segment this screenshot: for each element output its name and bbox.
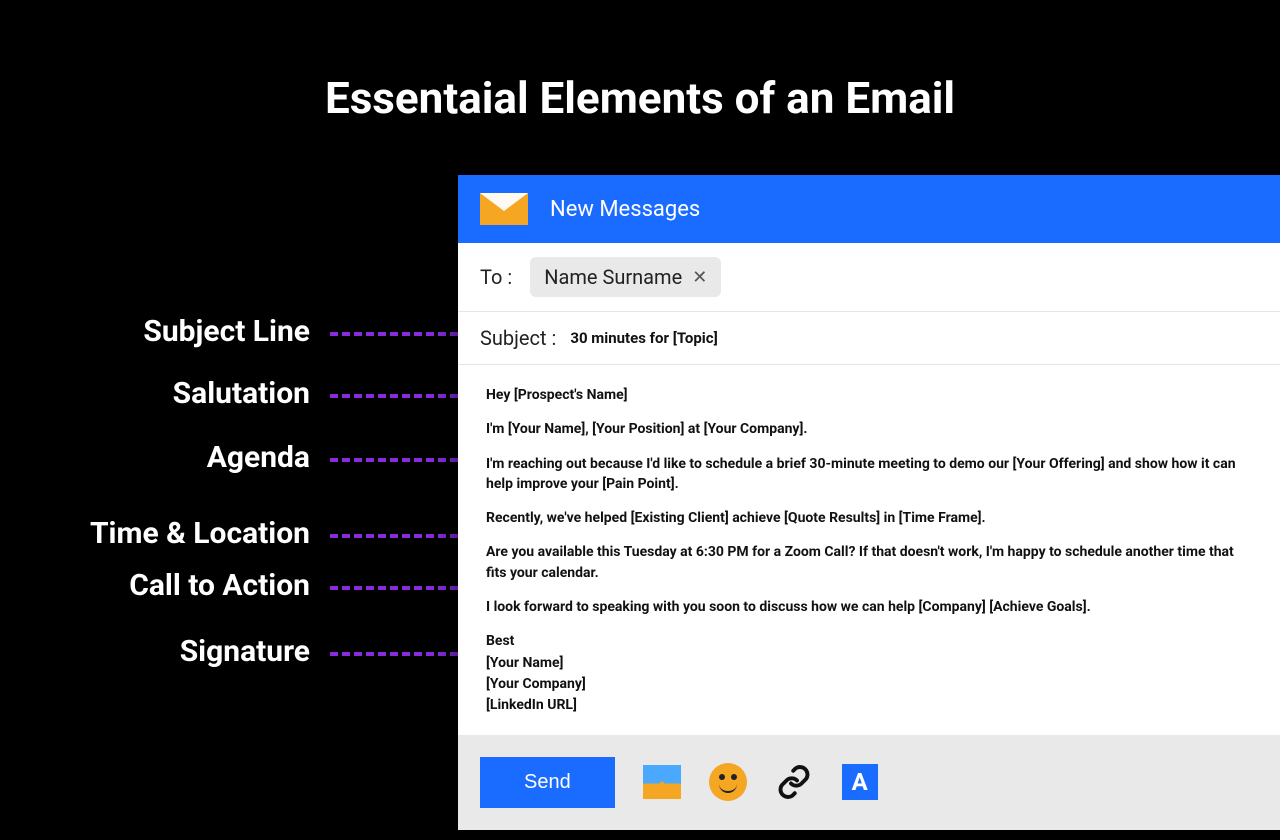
connector-line <box>330 652 458 656</box>
mail-icon <box>480 193 528 225</box>
body-agenda: I'm reaching out because I'd like to sch… <box>486 454 1252 495</box>
email-body[interactable]: Hey [Prospect's Name] I'm [Your Name], [… <box>458 365 1280 735</box>
insert-image-icon[interactable] <box>643 763 681 801</box>
label-agenda: Agenda <box>207 440 310 475</box>
to-label: To : <box>480 265 512 289</box>
signature-company: [Your Company] <box>486 674 1252 694</box>
subject-label: Subject : <box>480 326 556 350</box>
compose-toolbar: Send A <box>458 735 1280 830</box>
text-format-icon[interactable]: A <box>841 763 879 801</box>
recipient-chip[interactable]: Name Surname ✕ <box>530 257 721 297</box>
connector-line <box>330 534 458 538</box>
body-time: Are you available this Tuesday at 6:30 P… <box>486 542 1252 583</box>
connector-line <box>330 394 458 398</box>
body-intro: I'm [Your Name], [Your Position] at [You… <box>486 419 1252 439</box>
body-cta: I look forward to speaking with you soon… <box>486 597 1252 617</box>
to-row: To : Name Surname ✕ <box>458 243 1280 312</box>
send-button[interactable]: Send <box>480 757 615 808</box>
email-header: New Messages <box>458 175 1280 243</box>
remove-recipient-icon[interactable]: ✕ <box>692 267 707 288</box>
label-signature: Signature <box>180 634 310 669</box>
recipient-name: Name Surname <box>544 265 682 289</box>
email-compose-window: New Messages To : Name Surname ✕ Subject… <box>458 175 1280 830</box>
insert-emoji-icon[interactable] <box>709 763 747 801</box>
body-greeting: Hey [Prospect's Name] <box>486 385 1252 405</box>
email-header-title: New Messages <box>550 197 700 222</box>
connector-line <box>330 332 458 336</box>
insert-link-icon[interactable] <box>775 763 813 801</box>
label-subject-line: Subject Line <box>143 314 310 349</box>
label-salutation: Salutation <box>173 376 310 411</box>
label-call-to-action: Call to Action <box>129 568 310 603</box>
connector-line <box>330 458 458 462</box>
page-title: Essentaial Elements of an Email <box>0 0 1280 124</box>
subject-input[interactable]: 30 minutes for [Topic] <box>570 329 717 347</box>
signature-link: [LinkedIn URL] <box>486 695 1252 715</box>
signature-name: [Your Name] <box>486 653 1252 673</box>
body-proof: Recently, we've helped [Existing Client]… <box>486 508 1252 528</box>
connector-line <box>330 586 458 590</box>
signature-signoff: Best <box>486 631 1252 651</box>
subject-row: Subject : 30 minutes for [Topic] <box>458 312 1280 365</box>
label-time-location: Time & Location <box>90 516 310 551</box>
